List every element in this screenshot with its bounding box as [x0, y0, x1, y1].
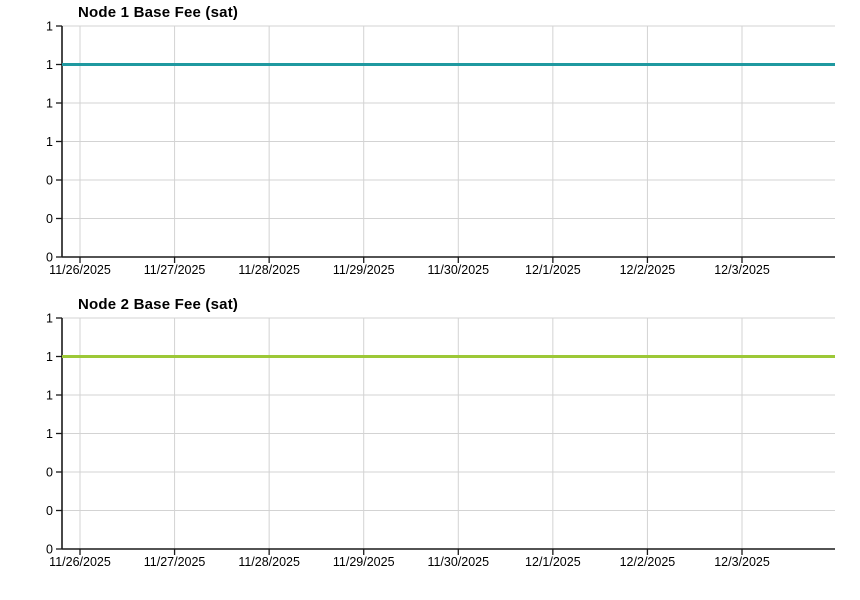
node2-plot-area: 111100011/26/2025 11/27/2025 11/28/2025 11/… [46, 312, 835, 569]
x-tick-label: 11/26/2025 [49, 555, 111, 569]
chart-title: Node 2 Base Fee (sat) [78, 296, 239, 313]
y-tick-label: 0 [46, 504, 53, 518]
node2-base-fee-chart: 1 1 1 1 0 0 0 11/26/2025 11/27/2025 11/28/2025 11/… [0, 292, 860, 584]
x-tick-label: 12/1/2025 [525, 555, 581, 569]
y-tick-label: 1 [46, 312, 53, 326]
y-tick-label: 1 [46, 427, 53, 441]
x-tick-label: 12/3/2025 [714, 263, 770, 277]
node1-base-fee-chart: 1 1 1 1 0 0 0 11/26/2025 11/27/2025 11/28/2025 11/… [0, 0, 860, 292]
y-tick-label: 0 [46, 212, 53, 226]
x-tick-label: 12/1/2025 [525, 263, 581, 277]
x-tick-label: 12/3/2025 [714, 555, 770, 569]
x-tick-label: 11/28/2025 [238, 555, 300, 569]
y-tick-label: 1 [46, 20, 53, 34]
x-tick-label: 11/30/2025 [427, 555, 489, 569]
node1-plot-area: 111100011/26/2025 11/27/2025 11/28/2025 11/… [46, 20, 835, 277]
x-tick-label: 11/27/2025 [144, 263, 206, 277]
x-tick-label: 11/28/2025 [238, 263, 300, 277]
x-tick-label: 11/26/2025 [49, 263, 111, 277]
fee-charts-page: 1 1 1 1 0 0 0 11/26/2025 11/27/2025 11/28/2025 11/… [0, 0, 860, 600]
chart-title: Node 1 Base Fee (sat) [78, 4, 239, 21]
x-tick-label: 11/27/2025 [144, 555, 206, 569]
y-tick-label: 0 [46, 174, 53, 188]
x-tick-label: 12/2/2025 [620, 263, 676, 277]
y-tick-label: 0 [46, 466, 53, 480]
x-tick-label: 11/29/2025 [333, 263, 395, 277]
x-tick-label: 11/29/2025 [333, 555, 395, 569]
y-tick-label: 1 [46, 97, 53, 111]
y-tick-label: 1 [46, 389, 53, 403]
x-tick-label: 11/30/2025 [427, 263, 489, 277]
y-tick-label: 1 [46, 58, 53, 72]
y-tick-label: 1 [46, 350, 53, 364]
x-tick-label: 12/2/2025 [620, 555, 676, 569]
y-tick-label: 1 [46, 135, 53, 149]
